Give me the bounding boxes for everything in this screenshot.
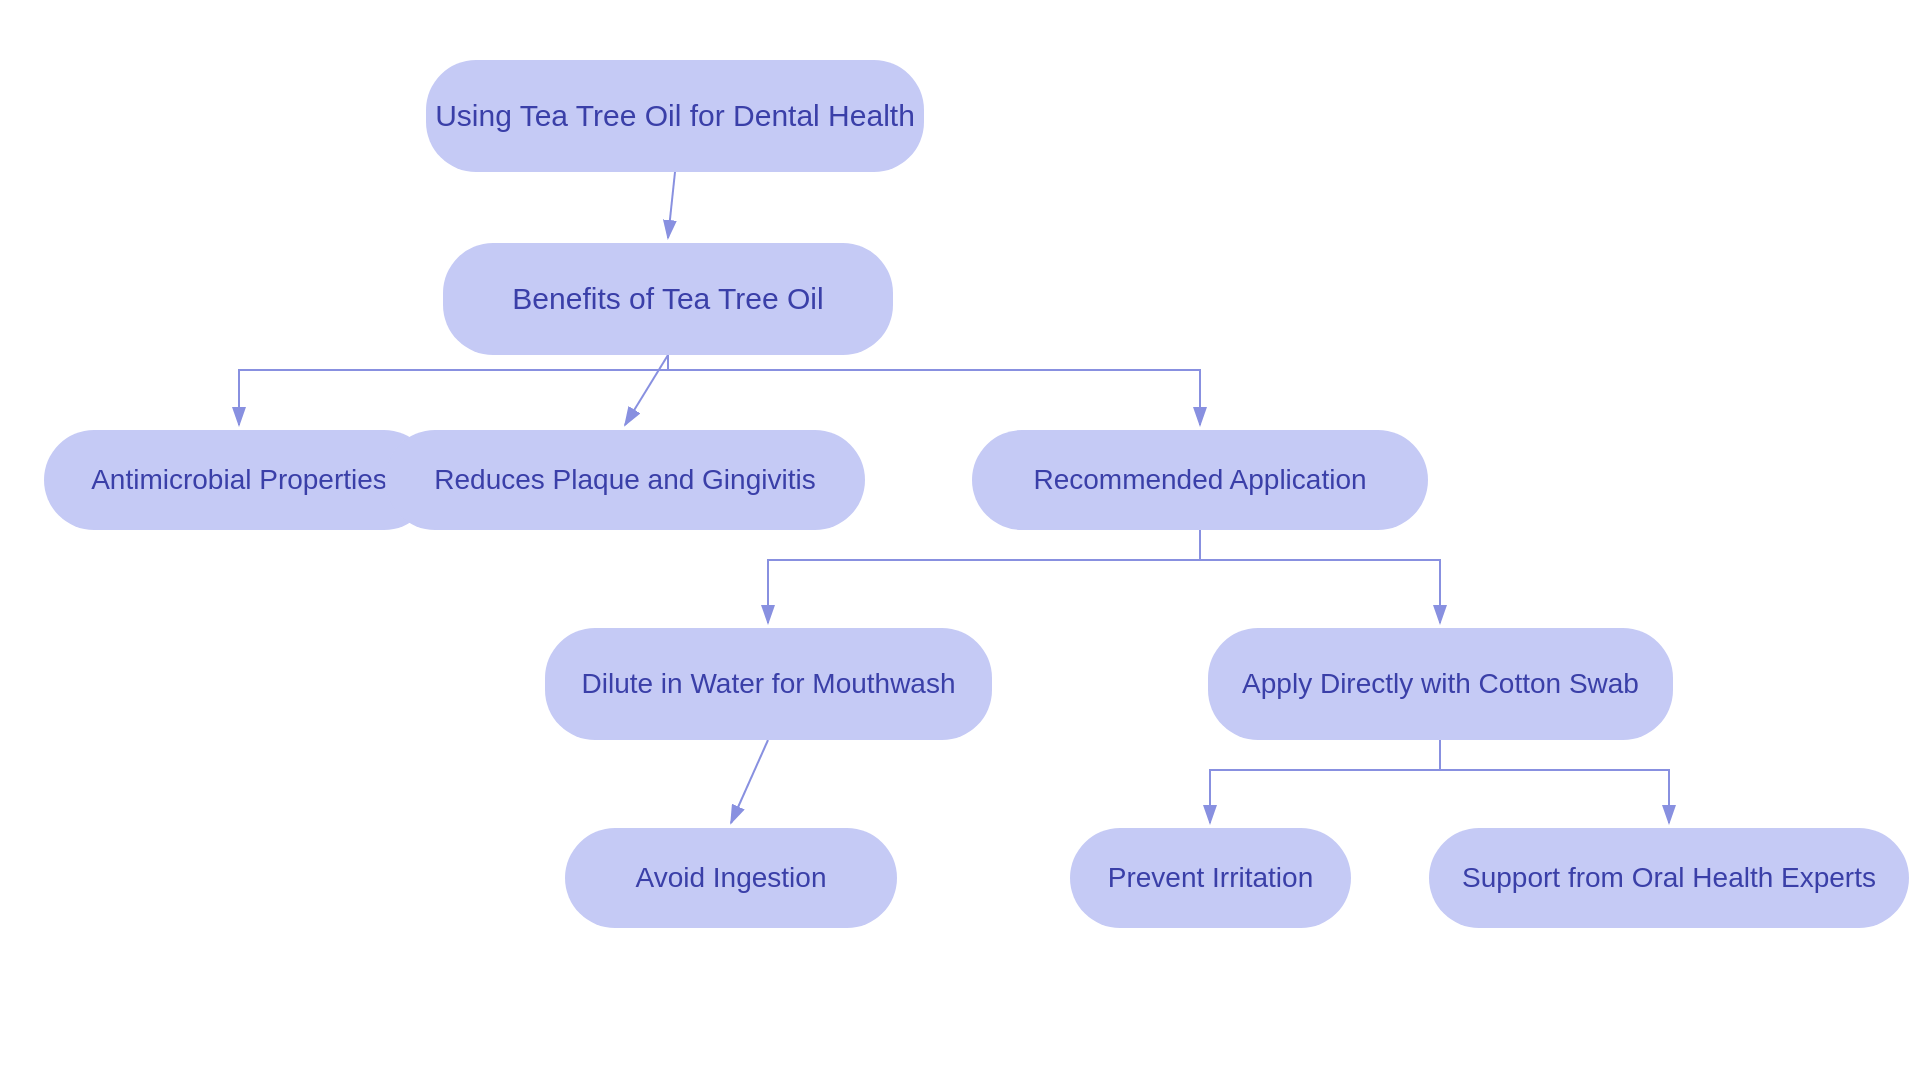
node-benefits: Benefits of Tea Tree Oil <box>443 243 893 355</box>
node-avoid: Avoid Ingestion <box>565 828 897 928</box>
node-root: Using Tea Tree Oil for Dental Health <box>426 60 924 172</box>
node-dilute: Dilute in Water for Mouthwash <box>545 628 992 740</box>
diagram-container: Using Tea Tree Oil for Dental Health Ben… <box>0 0 1920 1083</box>
svg-line-2 <box>625 355 668 425</box>
node-antimicrobial: Antimicrobial Properties <box>44 430 434 530</box>
node-apply: Apply Directly with Cotton Swab <box>1208 628 1673 740</box>
node-plaque: Reduces Plaque and Gingivitis <box>385 430 865 530</box>
node-support: Support from Oral Health Experts <box>1429 828 1909 928</box>
svg-line-3 <box>731 740 768 823</box>
node-prevent: Prevent Irritation <box>1070 828 1351 928</box>
node-recommended: Recommended Application <box>972 430 1428 530</box>
svg-line-1 <box>668 172 675 238</box>
